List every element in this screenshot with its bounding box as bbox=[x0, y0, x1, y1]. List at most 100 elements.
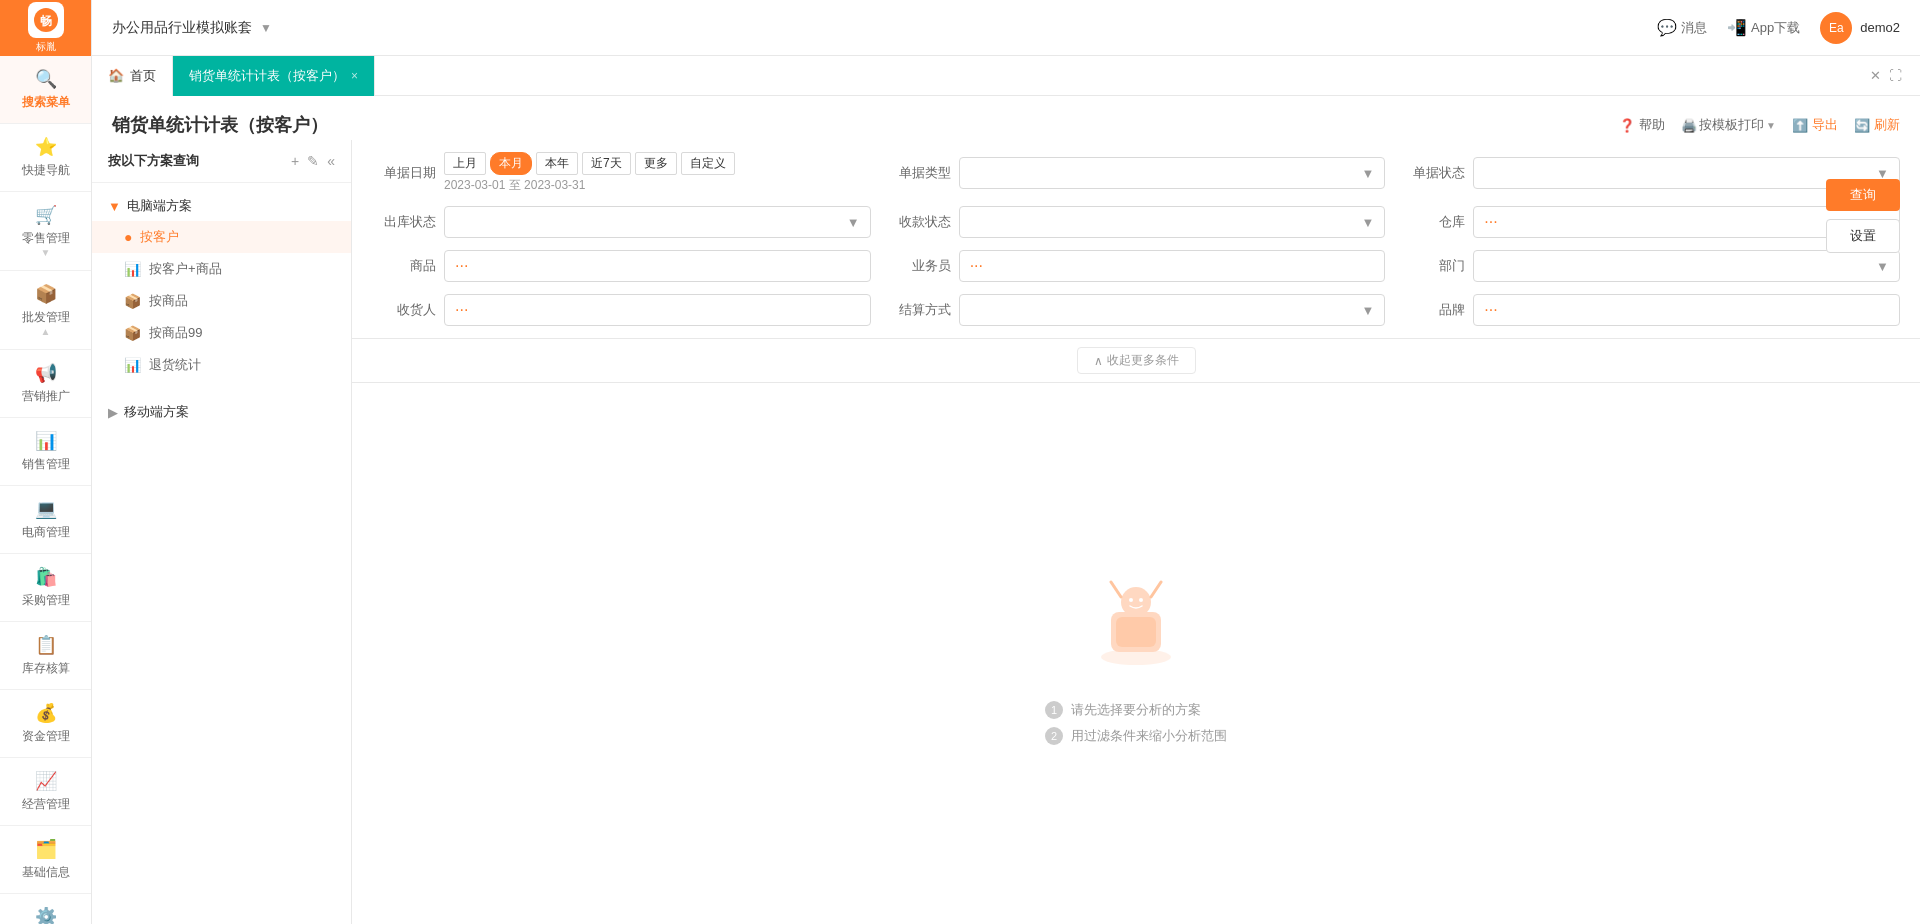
scheme-group-mobile: ▶ 移动端方案 bbox=[92, 389, 351, 435]
scheme-item-by-product[interactable]: 📦 按商品 bbox=[92, 285, 351, 317]
refresh-icon: 🔄 bbox=[1854, 118, 1870, 133]
product-label: 商品 bbox=[372, 257, 444, 275]
sidebar-item-label: 零售管理 bbox=[22, 230, 70, 247]
sidebar-item-purchase[interactable]: 🛍️ 采购管理 bbox=[0, 554, 91, 622]
tab-close-button[interactable]: × bbox=[351, 69, 358, 83]
sidebar-item-sales[interactable]: 📊 销售管理 bbox=[0, 418, 91, 486]
query-button[interactable]: 查询 bbox=[1826, 179, 1900, 211]
scheme-edit-button[interactable]: ✎ bbox=[307, 153, 319, 169]
staff-control: ··· bbox=[959, 250, 1386, 282]
page-actions: ❓ 帮助 🖨️ 按模板打印 ▼ ⬆️ 导出 🔄 刷新 bbox=[1619, 110, 1900, 140]
sidebar-item-search[interactable]: 🔍 搜索菜单 bbox=[0, 56, 91, 124]
settings-button[interactable]: 设置 bbox=[1826, 219, 1900, 253]
collapse-button[interactable]: ∧ 收起更多条件 bbox=[1077, 347, 1196, 374]
header-right: 💬 消息 📲 App下载 Ea demo2 bbox=[1657, 12, 1900, 44]
status-label: 单据状态 bbox=[1401, 164, 1473, 182]
filter-staff-cell: 业务员 ··· bbox=[887, 250, 1386, 282]
product-select[interactable]: ··· bbox=[444, 250, 871, 282]
brand-select[interactable]: ··· bbox=[1473, 294, 1900, 326]
app-download-button[interactable]: 📲 App下载 bbox=[1727, 18, 1800, 37]
logo-text: 标胤 bbox=[36, 40, 56, 54]
refresh-button[interactable]: 🔄 刷新 bbox=[1854, 110, 1900, 140]
date-btn-this-month[interactable]: 本月 bbox=[490, 152, 532, 175]
sidebar-item-finance[interactable]: 💰 资金管理 bbox=[0, 690, 91, 758]
message-button[interactable]: 💬 消息 bbox=[1657, 18, 1707, 37]
scheme-item-by-product-label: 按商品 bbox=[149, 292, 188, 310]
filter-row-3: 商品 ··· 业务员 bbox=[372, 250, 1900, 282]
export-button[interactable]: ⬆️ 导出 bbox=[1792, 110, 1838, 140]
maximize-icon[interactable]: ⛶ bbox=[1889, 68, 1902, 83]
empty-tip-1: 1 请先选择要分析的方案 bbox=[1045, 701, 1227, 719]
app-logo: 畅 标胤 bbox=[0, 0, 91, 56]
app-download-label: App下载 bbox=[1751, 19, 1800, 37]
user-profile[interactable]: Ea demo2 bbox=[1820, 12, 1900, 44]
collapse-label: 收起更多条件 bbox=[1107, 352, 1179, 369]
header-dropdown-icon[interactable]: ▼ bbox=[260, 21, 272, 35]
scheme-item-by-customer-label: 按客户 bbox=[140, 228, 179, 246]
payment-select[interactable]: ▼ bbox=[959, 294, 1386, 326]
date-btn-last-month[interactable]: 上月 bbox=[444, 152, 486, 175]
receiver-select[interactable]: ··· bbox=[444, 294, 871, 326]
page-title: 销货单统计计表（按客户） bbox=[112, 113, 328, 137]
scheme-group-pc-header[interactable]: ▼ 电脑端方案 bbox=[92, 191, 351, 221]
empty-tips: 1 请先选择要分析的方案 2 用过滤条件来缩小分析范围 bbox=[1045, 701, 1227, 745]
out-status-select[interactable]: ▼ bbox=[444, 206, 871, 238]
filter-type-cell: 单据类型 ▼ bbox=[887, 157, 1386, 189]
scheme-group-mobile-header[interactable]: ▶ 移动端方案 bbox=[92, 397, 351, 427]
basic-icon: 🗂️ bbox=[35, 838, 57, 860]
tab-home[interactable]: 🏠 首页 bbox=[92, 56, 173, 96]
scheme-item-by-customer[interactable]: ● 按客户 bbox=[92, 221, 351, 253]
scheme-collapse-button[interactable]: « bbox=[327, 153, 335, 169]
sidebar-item-business[interactable]: 📈 经营管理 bbox=[0, 758, 91, 826]
sidebar-item-wholesale[interactable]: 📦 批发管理 ▲ bbox=[0, 271, 91, 350]
date-btn-more[interactable]: 更多 bbox=[635, 152, 677, 175]
template-print-label: 按模板打印 bbox=[1699, 116, 1764, 134]
sidebar-item-system[interactable]: ⚙️ 系统管理 bbox=[0, 894, 91, 924]
scheme-add-button[interactable]: + bbox=[291, 153, 299, 169]
help-button[interactable]: ❓ 帮助 bbox=[1619, 110, 1665, 140]
template-print-button[interactable]: 🖨️ 按模板打印 ▼ bbox=[1681, 116, 1776, 134]
customer-icon: ● bbox=[124, 229, 132, 245]
staff-select[interactable]: ··· bbox=[959, 250, 1386, 282]
sidebar-item-ecommerce[interactable]: 💻 电商管理 bbox=[0, 486, 91, 554]
date-btn-this-year[interactable]: 本年 bbox=[536, 152, 578, 175]
date-btn-last-7-days[interactable]: 近7天 bbox=[582, 152, 631, 175]
sales-icon: 📊 bbox=[35, 430, 57, 452]
receive-status-select[interactable]: ▼ bbox=[959, 206, 1386, 238]
sidebar-item-shortcut[interactable]: ⭐ 快捷导航 bbox=[0, 124, 91, 192]
scheme-item-by-customer-product[interactable]: 📊 按客户+商品 bbox=[92, 253, 351, 285]
filter-receive-status-cell: 收款状态 ▼ bbox=[887, 206, 1386, 238]
tip-text-1: 请先选择要分析的方案 bbox=[1071, 701, 1201, 719]
customer-product-icon: 📊 bbox=[124, 261, 141, 277]
return-icon: 📊 bbox=[124, 357, 141, 373]
logo-icon: 畅 bbox=[28, 2, 64, 38]
sidebar-item-basic[interactable]: 🗂️ 基础信息 bbox=[0, 826, 91, 894]
query-buttons: 查询 设置 bbox=[1826, 179, 1900, 253]
out-status-arrow-icon: ▼ bbox=[847, 215, 860, 230]
date-btn-custom[interactable]: 自定义 bbox=[681, 152, 735, 175]
dept-select[interactable]: ▼ bbox=[1473, 250, 1900, 282]
sidebar-item-marketing[interactable]: 📢 营销推广 bbox=[0, 350, 91, 418]
message-label: 消息 bbox=[1681, 19, 1707, 37]
help-icon: ❓ bbox=[1619, 118, 1635, 133]
scheme-item-by-product-99[interactable]: 📦 按商品99 bbox=[92, 317, 351, 349]
sidebar-item-inventory[interactable]: 📋 库存核算 bbox=[0, 622, 91, 690]
tab-active[interactable]: 销货单统计计表（按客户） × bbox=[173, 56, 375, 96]
scheme-group-pc: ▼ 电脑端方案 ● 按客户 📊 按客户+商品 📦 bbox=[92, 183, 351, 389]
empty-tip-2: 2 用过滤条件来缩小分析范围 bbox=[1045, 727, 1227, 745]
receiver-control: ··· bbox=[444, 294, 871, 326]
filter-row-4: 收货人 ··· 结算方式 bbox=[372, 294, 1900, 326]
tab-bar-right: ✕ ⛶ bbox=[1860, 68, 1912, 83]
warehouse-label: 仓库 bbox=[1401, 213, 1473, 231]
sidebar-item-retail[interactable]: 🛒 零售管理 ▼ bbox=[0, 192, 91, 271]
scheme-item-by-customer-product-label: 按客户+商品 bbox=[149, 260, 222, 278]
type-select[interactable]: ▼ bbox=[959, 157, 1386, 189]
close-window-icon[interactable]: ✕ bbox=[1870, 68, 1881, 83]
collapse-icon: ∧ bbox=[1094, 354, 1103, 368]
finance-icon: 💰 bbox=[35, 702, 57, 724]
type-control: ▼ bbox=[959, 157, 1386, 189]
sidebar-nav: 🔍 搜索菜单 ⭐ 快捷导航 🛒 零售管理 ▼ 📦 批发管理 ▲ 📢 营销推广 bbox=[0, 56, 91, 924]
ecommerce-icon: 💻 bbox=[35, 498, 57, 520]
svg-text:畅: 畅 bbox=[40, 14, 52, 28]
scheme-item-return-stats[interactable]: 📊 退货统计 bbox=[92, 349, 351, 381]
